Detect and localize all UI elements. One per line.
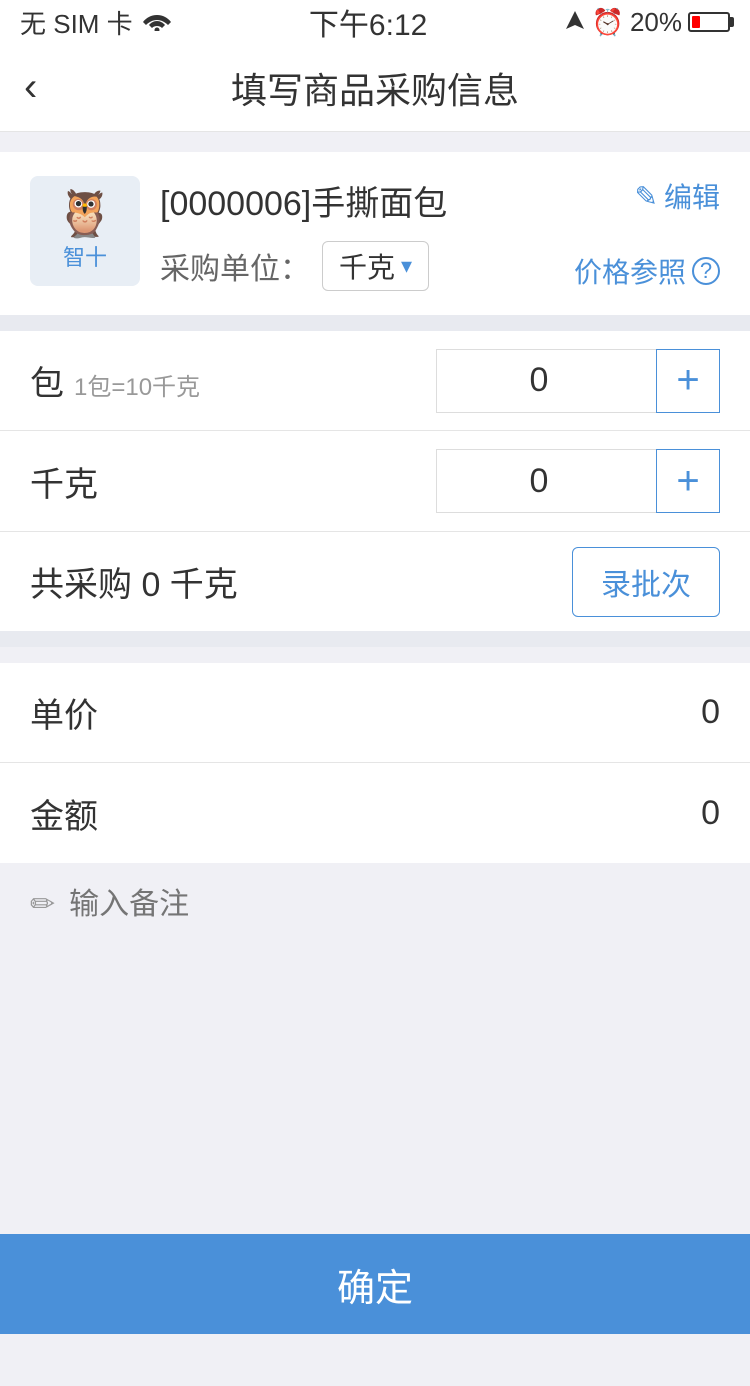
price-section: 单价 0 金额 0 <box>0 663 750 863</box>
product-owl-icon: 🦉 <box>56 190 113 236</box>
product-card: 🦉 智十 [0000006]手撕面包 采购单位： 千克 ▾ ✎ 编辑 价格参照 … <box>0 152 750 315</box>
status-time: 下午6:12 <box>309 0 427 44</box>
kg-label: 千克 <box>30 457 98 506</box>
remark-section: ✏ <box>0 863 750 946</box>
page-title: 填写商品采购信息 <box>231 62 519 114</box>
edit-icon: ✎ <box>635 180 658 213</box>
batch-button[interactable]: 录批次 <box>572 547 720 617</box>
edit-button[interactable]: ✎ 编辑 <box>635 176 720 216</box>
pack-input-control: + <box>436 349 720 413</box>
pack-label-group: 包 1包=10千克 <box>30 356 200 405</box>
price-ref-label: 价格参照 <box>574 251 686 291</box>
price-ref-button[interactable]: 价格参照 ? <box>574 251 720 291</box>
pack-input-row: 包 1包=10千克 + <box>0 331 750 431</box>
divider-2 <box>0 631 750 647</box>
unit-price-value: 0 <box>701 693 720 732</box>
pack-label: 包 <box>30 356 64 405</box>
unit-value: 千克 <box>339 246 395 286</box>
nav-bar: ‹ 填写商品采购信息 <box>0 44 750 132</box>
kg-input[interactable] <box>436 449 656 513</box>
pack-sub-label: 1包=10千克 <box>74 367 200 402</box>
wifi-icon <box>141 7 173 38</box>
kg-label-group: 千克 <box>30 457 98 506</box>
unit-price-label: 单价 <box>30 688 98 737</box>
status-right: ⏰ 20% <box>564 7 730 38</box>
product-image: 🦉 智十 <box>30 176 140 286</box>
alarm-icon: ⏰ <box>592 7 624 38</box>
summary-text: 共采购 0 千克 <box>30 557 238 606</box>
amount-row: 金额 0 <box>0 763 750 863</box>
kg-input-control: + <box>436 449 720 513</box>
remark-input[interactable] <box>69 888 720 922</box>
edit-label: 编辑 <box>664 176 720 216</box>
summary-row: 共采购 0 千克 录批次 <box>0 531 750 631</box>
battery-percent: 20% <box>630 7 682 38</box>
unit-price-row: 单价 0 <box>0 663 750 763</box>
battery-icon <box>688 12 730 32</box>
kg-plus-button[interactable]: + <box>656 449 720 513</box>
unit-select[interactable]: 千克 ▾ <box>322 241 429 291</box>
amount-label: 金额 <box>30 789 98 838</box>
status-bar: 无 SIM 卡 下午6:12 ⏰ 20% <box>0 0 750 44</box>
location-icon <box>564 7 586 38</box>
price-ref-info-icon: ? <box>692 257 720 285</box>
pack-plus-button[interactable]: + <box>656 349 720 413</box>
pack-input[interactable] <box>436 349 656 413</box>
kg-input-row: 千克 + <box>0 431 750 531</box>
confirm-button[interactable]: 确定 <box>0 1234 750 1334</box>
status-left: 无 SIM 卡 <box>20 4 173 41</box>
amount-value: 0 <box>701 794 720 833</box>
input-section: 包 1包=10千克 + 千克 + <box>0 331 750 531</box>
product-brand: 智十 <box>63 240 107 272</box>
no-sim-text: 无 SIM 卡 <box>20 4 133 41</box>
divider-1 <box>0 315 750 331</box>
dropdown-arrow-icon: ▾ <box>401 253 412 279</box>
pencil-icon: ✏ <box>30 887 55 922</box>
unit-label: 采购单位： <box>160 244 310 288</box>
back-button[interactable]: ‹ <box>24 65 37 110</box>
